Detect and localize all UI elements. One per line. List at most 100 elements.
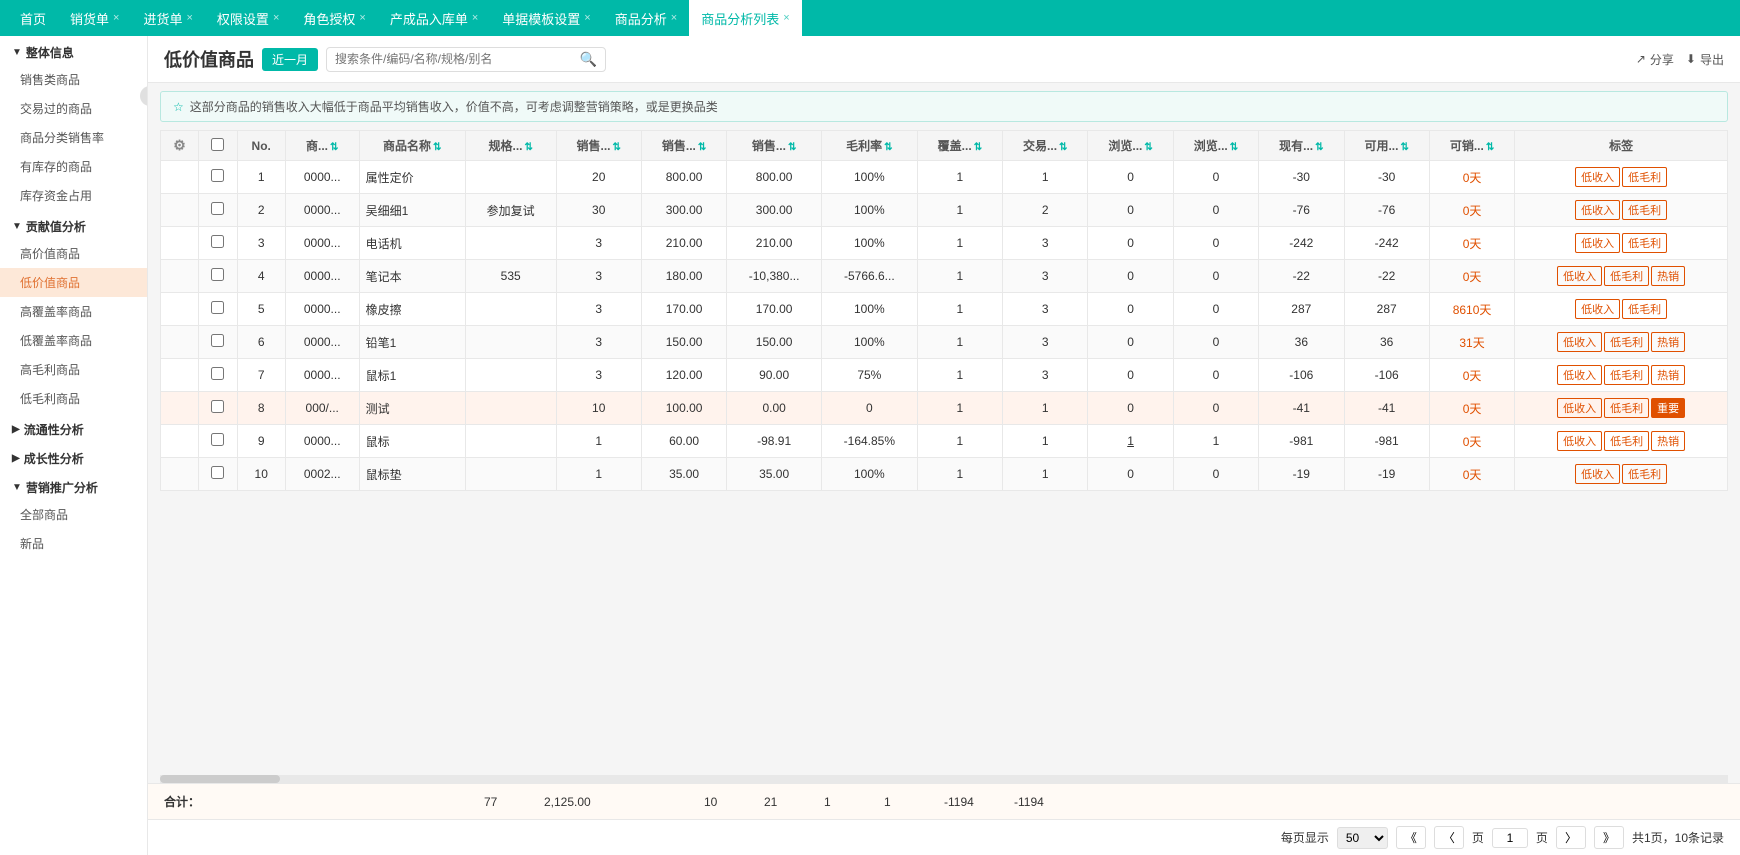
close-analysis-list-icon[interactable]: × — [783, 12, 789, 24]
cell-code[interactable]: 0000... — [285, 260, 359, 293]
col-gross-margin[interactable]: 毛利率⇅ — [821, 131, 917, 161]
sidebar-item-all-products[interactable]: 全部商品 — [0, 500, 147, 529]
nav-product-analysis[interactable]: 商品分析 × — [603, 0, 689, 36]
nav-template[interactable]: 单据模板设置 × — [490, 0, 602, 36]
row-checkbox[interactable] — [211, 202, 224, 215]
sidebar-item-low-value[interactable]: 低价值商品 — [0, 268, 147, 297]
col-sales2[interactable]: 销售...⇅ — [641, 131, 726, 161]
sidebar-item-high-value[interactable]: 高价值商品 — [0, 239, 147, 268]
col-coverage[interactable]: 覆盖...⇅ — [917, 131, 1002, 161]
close-purchase-icon[interactable]: × — [186, 12, 192, 24]
col-browse2[interactable]: 浏览...⇅ — [1173, 131, 1258, 161]
scrollbar-thumb[interactable] — [160, 775, 280, 783]
nav-sales[interactable]: 销货单 × — [58, 0, 131, 36]
cell-col7[interactable]: 0 — [1088, 359, 1173, 392]
cell-checkbox[interactable] — [199, 194, 238, 227]
cell-code[interactable]: 0000... — [285, 293, 359, 326]
cell-checkbox[interactable] — [199, 359, 238, 392]
col-spec[interactable]: 规格...⇅ — [465, 131, 556, 161]
row-checkbox[interactable] — [211, 235, 224, 248]
close-sales-icon[interactable]: × — [113, 12, 119, 24]
cell-code[interactable]: 0000... — [285, 425, 359, 458]
cell-checkbox[interactable] — [199, 425, 238, 458]
cell-col7[interactable]: 0 — [1088, 227, 1173, 260]
col-sellable[interactable]: 可销...⇅ — [1429, 131, 1514, 161]
row-checkbox[interactable] — [211, 334, 224, 347]
close-role-icon[interactable]: × — [359, 12, 365, 24]
row-checkbox[interactable] — [211, 466, 224, 479]
col-current-stock[interactable]: 现有...⇅ — [1259, 131, 1344, 161]
cell-code[interactable]: 0000... — [285, 161, 359, 194]
cell-code[interactable]: 000/... — [285, 392, 359, 425]
sidebar-section-contribution[interactable]: ▼ 贡献值分析 — [0, 210, 147, 239]
page-number-input[interactable] — [1492, 828, 1528, 848]
col-browse1[interactable]: 浏览...⇅ — [1088, 131, 1173, 161]
cell-checkbox[interactable] — [199, 458, 238, 491]
nav-role[interactable]: 角色授权 × — [291, 0, 377, 36]
row-checkbox[interactable] — [211, 169, 224, 182]
horizontal-scrollbar[interactable] — [160, 775, 1728, 783]
select-all-checkbox[interactable] — [211, 138, 224, 151]
nav-analysis-list[interactable]: 商品分析列表 × — [689, 0, 801, 36]
col-trade[interactable]: 交易...⇅ — [1003, 131, 1088, 161]
col-name[interactable]: 商品名称⇅ — [359, 131, 465, 161]
nav-home[interactable]: 首页 — [8, 0, 58, 36]
last-page-btn[interactable]: 》 — [1594, 826, 1624, 849]
nav-purchase[interactable]: 进货单 × — [131, 0, 204, 36]
col-sales3[interactable]: 销售...⇅ — [727, 131, 822, 161]
close-template-icon[interactable]: × — [584, 12, 590, 24]
nav-permission[interactable]: 权限设置 × — [205, 0, 291, 36]
row-checkbox[interactable] — [211, 268, 224, 281]
row-checkbox[interactable] — [211, 301, 224, 314]
row-checkbox[interactable] — [211, 367, 224, 380]
sidebar-section-general[interactable]: ▼ 整体信息 — [0, 36, 147, 65]
cell-col7[interactable]: 0 — [1088, 161, 1173, 194]
sidebar-item-sales-products[interactable]: 销售类商品 — [0, 65, 147, 94]
cell-checkbox[interactable] — [199, 260, 238, 293]
sidebar-section-circulation[interactable]: ▶ 流通性分析 — [0, 413, 147, 442]
sidebar-item-category-sales[interactable]: 商品分类销售率 — [0, 123, 147, 152]
cell-code[interactable]: 0002... — [285, 458, 359, 491]
cell-checkbox[interactable] — [199, 227, 238, 260]
cell-col7[interactable]: 0 — [1088, 326, 1173, 359]
cell-code[interactable]: 0000... — [285, 326, 359, 359]
col-sales1[interactable]: 销售...⇅ — [556, 131, 641, 161]
sidebar-item-new-products[interactable]: 新品 — [0, 529, 147, 558]
cell-checkbox[interactable] — [199, 293, 238, 326]
cell-code[interactable]: 0000... — [285, 194, 359, 227]
cell-code[interactable]: 0000... — [285, 227, 359, 260]
cell-col7[interactable]: 0 — [1088, 194, 1173, 227]
cell-checkbox[interactable] — [199, 161, 238, 194]
sidebar-item-stock-products[interactable]: 有库存的商品 — [0, 152, 147, 181]
cell-checkbox[interactable] — [199, 392, 238, 425]
cell-col7[interactable]: 0 — [1088, 293, 1173, 326]
share-btn[interactable]: ↗ 分享 — [1636, 51, 1674, 68]
next-page-btn[interactable]: 〉 — [1556, 826, 1586, 849]
nav-product-inbound[interactable]: 产成品入库单 × — [378, 0, 490, 36]
row-checkbox[interactable] — [211, 433, 224, 446]
sidebar-item-low-profit[interactable]: 低毛利商品 — [0, 384, 147, 413]
close-analysis-icon[interactable]: × — [671, 12, 677, 24]
first-page-btn[interactable]: 《 — [1396, 826, 1426, 849]
prev-page-btn[interactable]: 〈 — [1434, 826, 1464, 849]
cell-col7[interactable]: 0 — [1088, 392, 1173, 425]
sidebar-section-growth[interactable]: ▶ 成长性分析 — [0, 442, 147, 471]
cell-checkbox[interactable] — [199, 326, 238, 359]
close-permission-icon[interactable]: × — [273, 12, 279, 24]
row-checkbox[interactable] — [211, 400, 224, 413]
search-input[interactable] — [335, 52, 580, 66]
col-available[interactable]: 可用...⇅ — [1344, 131, 1429, 161]
sidebar-item-high-coverage[interactable]: 高覆盖率商品 — [0, 297, 147, 326]
sidebar-item-low-coverage[interactable]: 低覆盖率商品 — [0, 326, 147, 355]
cell-col7[interactable]: 0 — [1088, 458, 1173, 491]
export-btn[interactable]: ⬇ 导出 — [1686, 51, 1724, 68]
cell-code[interactable]: 0000... — [285, 359, 359, 392]
gear-icon[interactable]: ⚙ — [173, 137, 186, 153]
filter-recent-month-btn[interactable]: 近一月 — [262, 48, 318, 71]
sidebar-item-stock-capital[interactable]: 库存资金占用 — [0, 181, 147, 210]
cell-col7[interactable]: 1 — [1088, 425, 1173, 458]
col-settings[interactable]: ⚙ — [161, 131, 199, 161]
col-code[interactable]: 商...⇅ — [285, 131, 359, 161]
sidebar-item-high-profit[interactable]: 高毛利商品 — [0, 355, 147, 384]
sidebar-item-traded-products[interactable]: 交易过的商品 — [0, 94, 147, 123]
